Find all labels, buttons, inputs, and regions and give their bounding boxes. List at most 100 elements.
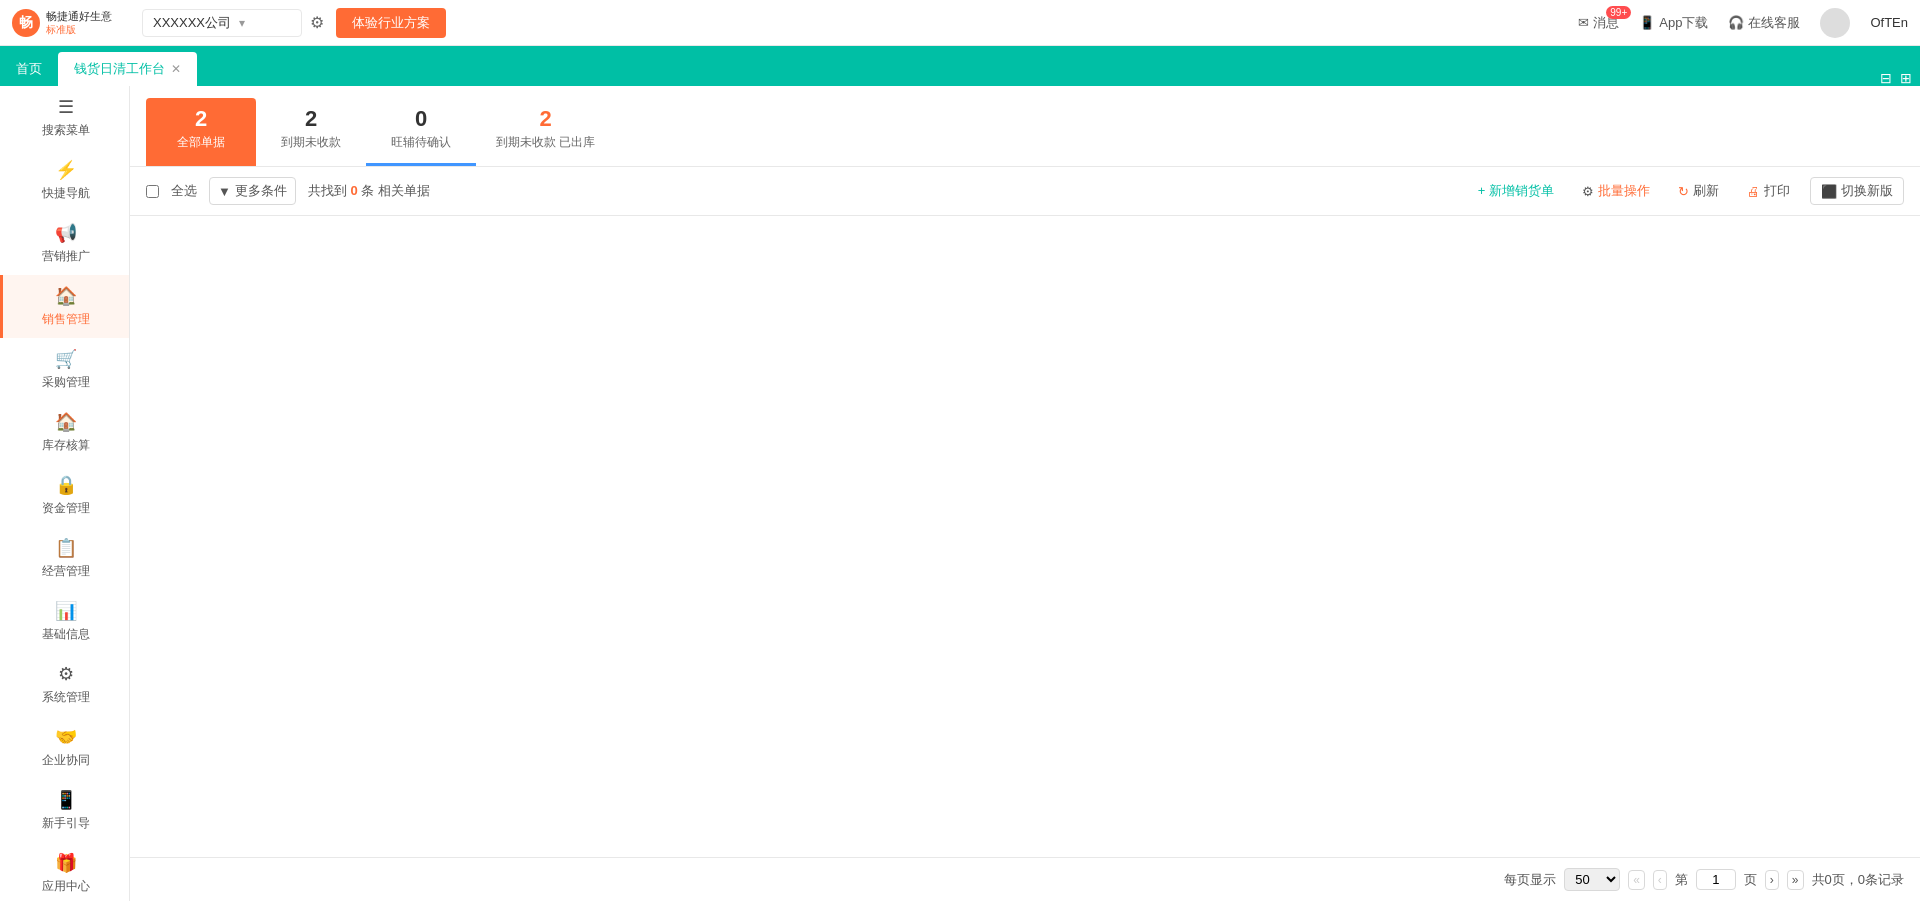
online-service-button[interactable]: 🎧 在线客服 — [1728, 14, 1800, 32]
guide-icon: 📱 — [55, 789, 77, 811]
system-icon: ⚙ — [58, 663, 74, 685]
logo-text-block: 畅捷通好生意 标准版 — [46, 9, 112, 36]
purchase-icon: 🛒 — [55, 348, 77, 370]
sidebar-item-purchase[interactable]: 🛒 采购管理 — [0, 338, 129, 401]
stat-tab-overdue[interactable]: 2 到期未收款 — [256, 98, 366, 166]
top-header: 畅 畅捷通好生意 标准版 XXXXXX公司 ▾ ⚙ 体验行业方案 ✉ 消息 99… — [0, 0, 1920, 46]
qianhuo-tab-label: 钱货日清工作台 — [74, 60, 165, 78]
app-download-button[interactable]: 📱 App下载 — [1639, 14, 1708, 32]
current-page-input[interactable] — [1696, 869, 1736, 890]
toolbar-right: + 新增销货单 ⚙ 批量操作 ↻ 刷新 🖨 打印 ⬛ 切换新版 — [1470, 177, 1904, 205]
logo-badge: 标准版 — [46, 23, 112, 36]
new-sale-label: + 新增销货单 — [1478, 182, 1554, 200]
chevron-down-icon: ▾ — [239, 16, 245, 30]
service-label: 在线客服 — [1748, 14, 1800, 32]
print-icon: 🖨 — [1747, 184, 1760, 199]
message-button[interactable]: ✉ 消息 99+ — [1578, 14, 1619, 32]
tab-nav-actions: ⊟ ⊞ — [1880, 70, 1920, 86]
refresh-icon: ↻ — [1678, 184, 1689, 199]
sidebar-item-sales[interactable]: 🏠 销售管理 — [0, 275, 129, 338]
sidebar-item-quicknav[interactable]: ⚡ 快捷导航 — [0, 149, 129, 212]
sidebar-item-label-sales: 销售管理 — [42, 311, 90, 328]
stat-tab-wangfu[interactable]: 0 旺辅待确认 — [366, 98, 476, 166]
next-page-button[interactable]: › — [1765, 870, 1779, 890]
page-suffix: 页 — [1744, 871, 1757, 889]
sidebar-item-basic-info[interactable]: 📊 基础信息 — [0, 590, 129, 653]
sidebar-item-label-guide: 新手引导 — [42, 815, 90, 832]
main-layout: ☰ 搜索菜单 ⚡ 快捷导航 📢 营销推广 🏠 销售管理 🛒 采购管理 🏠 库存核… — [0, 86, 1920, 901]
tab-close-icon[interactable]: ✕ — [171, 62, 181, 76]
stat-num-all: 2 — [166, 106, 236, 132]
found-text: 共找到 0 条 相关单据 — [308, 182, 430, 200]
tab-expand-icon[interactable]: ⊞ — [1900, 70, 1912, 86]
tab-nav: 首页 钱货日清工作台 ✕ ⊟ ⊞ — [0, 46, 1920, 86]
sidebar-item-operations[interactable]: 📋 经营管理 — [0, 527, 129, 590]
batch-operation-button[interactable]: ⚙ 批量操作 — [1574, 178, 1658, 204]
sidebar-item-finance[interactable]: 🔒 资金管理 — [0, 464, 129, 527]
sidebar-item-enterprise[interactable]: 🤝 企业协同 — [0, 716, 129, 779]
stats-tabs: 2 全部单据 2 到期未收款 0 旺辅待确认 2 到期未收款 已出库 — [130, 86, 1920, 167]
last-page-button[interactable]: » — [1787, 870, 1804, 890]
sidebar-item-label-operations: 经营管理 — [42, 563, 90, 580]
filter-button[interactable]: ▼ 更多条件 — [209, 177, 296, 205]
sidebar-item-guide[interactable]: 📱 新手引导 — [0, 779, 129, 842]
sidebar-item-label-basic-info: 基础信息 — [42, 626, 90, 643]
sidebar-item-apps[interactable]: 🎁 应用中心 — [0, 842, 129, 901]
refresh-button[interactable]: ↻ 刷新 — [1670, 178, 1727, 204]
sidebar-item-marketing[interactable]: 📢 营销推广 — [0, 212, 129, 275]
prev-page-button[interactable]: ‹ — [1653, 870, 1667, 890]
basic-info-icon: 📊 — [55, 600, 77, 622]
sidebar-item-inventory[interactable]: 🏠 库存核算 — [0, 401, 129, 464]
sidebar-item-label-finance: 资金管理 — [42, 500, 90, 517]
sidebar-item-label-enterprise: 企业协同 — [42, 752, 90, 769]
select-all-checkbox[interactable] — [146, 185, 159, 198]
sidebar-item-label-inventory: 库存核算 — [42, 437, 90, 454]
stat-num-wangfu: 0 — [386, 106, 456, 132]
print-button[interactable]: 🖨 打印 — [1739, 178, 1798, 204]
stat-label-all: 全部单据 — [166, 134, 236, 151]
logo-icon: 畅 — [12, 9, 40, 37]
service-icon: 🎧 — [1728, 15, 1744, 30]
stat-tab-all[interactable]: 2 全部单据 — [146, 98, 256, 166]
per-page-label: 每页显示 — [1504, 871, 1556, 889]
stat-label-overdue: 到期未收款 — [276, 134, 346, 151]
sidebar-item-search[interactable]: ☰ 搜索菜单 — [0, 86, 129, 149]
switch-label: 切换新版 — [1841, 182, 1893, 200]
header-right: ✉ 消息 99+ 📱 App下载 🎧 在线客服 OfTEn — [1578, 8, 1908, 38]
page-label: 第 — [1675, 871, 1688, 889]
switch-version-button[interactable]: ⬛ 切换新版 — [1810, 177, 1904, 205]
filter-icon: ▼ — [218, 184, 231, 199]
toolbar: 全选 ▼ 更多条件 共找到 0 条 相关单据 + 新增销货单 ⚙ 批量操作 — [130, 167, 1920, 216]
sidebar-item-label-system: 系统管理 — [42, 689, 90, 706]
avatar[interactable] — [1820, 8, 1850, 38]
settings-icon[interactable]: ⚙ — [310, 13, 324, 32]
print-label: 打印 — [1764, 182, 1790, 200]
refresh-label: 刷新 — [1693, 182, 1719, 200]
stat-tab-shipped[interactable]: 2 到期未收款 已出库 — [476, 98, 615, 166]
trial-button[interactable]: 体验行业方案 — [336, 8, 446, 38]
total-records-label: 共0页，0条记录 — [1812, 871, 1904, 889]
tab-home[interactable]: 首页 — [0, 52, 58, 86]
tab-minimize-icon[interactable]: ⊟ — [1880, 70, 1892, 86]
apps-icon: 🎁 — [55, 852, 77, 874]
new-sale-button[interactable]: + 新增销货单 — [1470, 178, 1562, 204]
stat-num-shipped: 2 — [496, 106, 595, 132]
stat-num-overdue: 2 — [276, 106, 346, 132]
tab-qianhuo[interactable]: 钱货日清工作台 ✕ — [58, 52, 197, 86]
sidebar: ☰ 搜索菜单 ⚡ 快捷导航 📢 营销推广 🏠 销售管理 🛒 采购管理 🏠 库存核… — [0, 86, 130, 901]
app-label: App下载 — [1659, 14, 1708, 32]
marketing-icon: 📢 — [55, 222, 77, 244]
finance-icon: 🔒 — [55, 474, 77, 496]
company-selector[interactable]: XXXXXX公司 ▾ — [142, 9, 302, 37]
first-page-button[interactable]: « — [1628, 870, 1645, 890]
found-count: 0 — [351, 183, 358, 198]
stat-label-wangfu: 旺辅待确认 — [386, 134, 456, 151]
inventory-icon: 🏠 — [55, 411, 77, 433]
operations-icon: 📋 — [55, 537, 77, 559]
sidebar-item-system[interactable]: ⚙ 系统管理 — [0, 653, 129, 716]
sidebar-item-label-search: 搜索菜单 — [42, 122, 90, 139]
per-page-select[interactable]: 50 100 — [1564, 868, 1620, 891]
table-area — [130, 216, 1920, 857]
stat-label-shipped: 到期未收款 已出库 — [496, 134, 595, 151]
sidebar-item-label-purchase: 采购管理 — [42, 374, 90, 391]
